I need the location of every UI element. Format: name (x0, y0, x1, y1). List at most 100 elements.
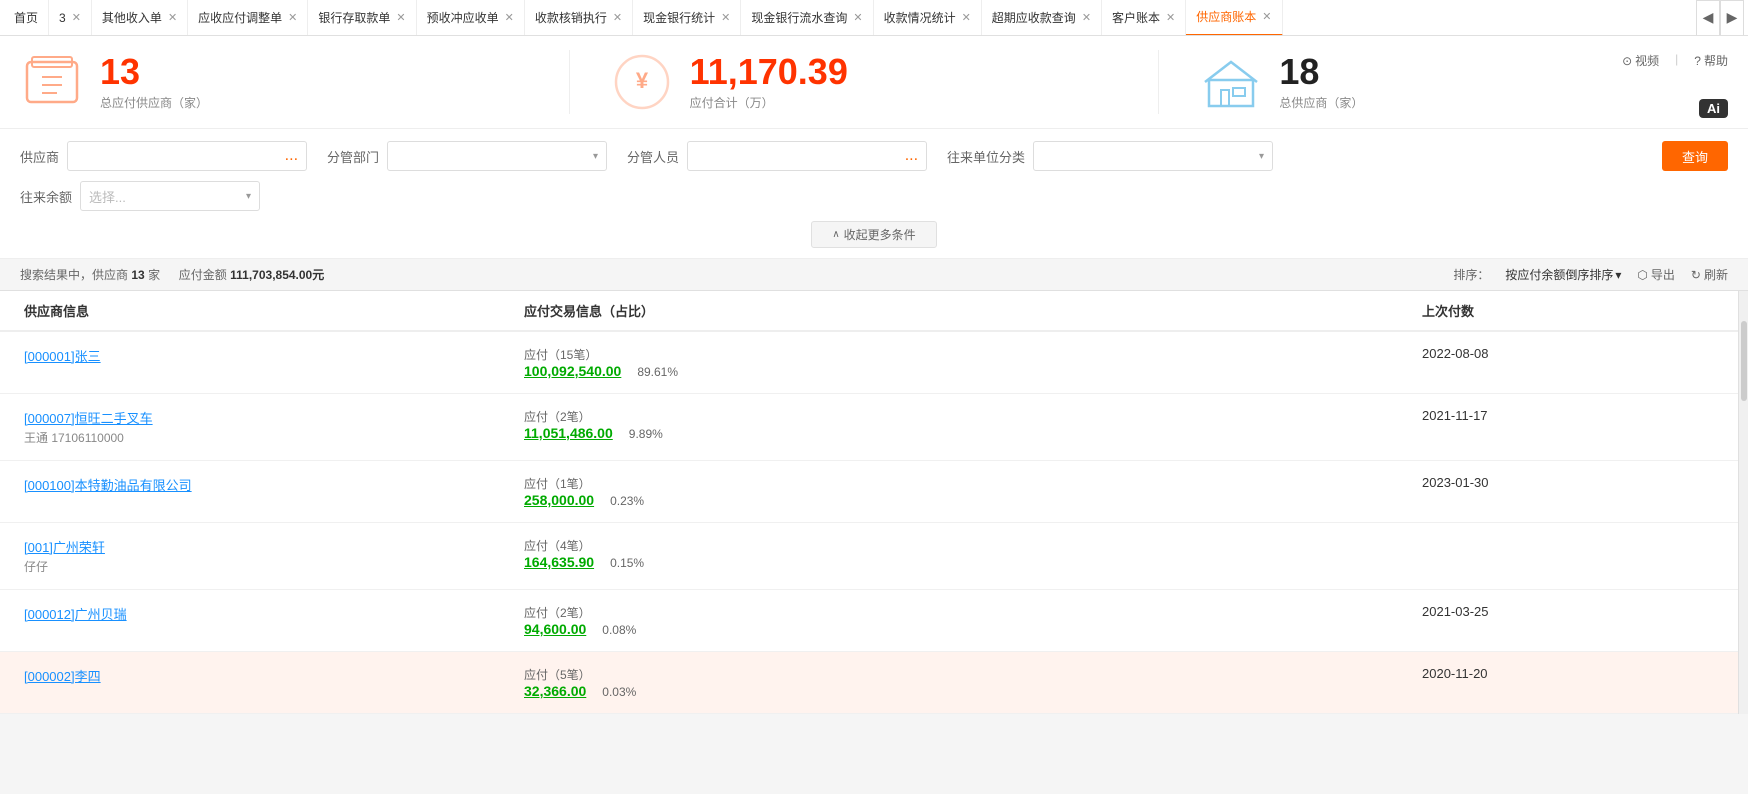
nav-left-arrow[interactable]: ◀ (1696, 0, 1720, 36)
video-btn[interactable]: ⊙ 视频 (1622, 52, 1659, 69)
supplier-link-5[interactable]: [000002]李四 (24, 669, 101, 684)
col-header-txn: 应付交易信息（占比） (520, 301, 1418, 320)
nav-tab-cash-stat[interactable]: 现金银行统计 ✕ (633, 0, 741, 36)
dept-dropdown-arrow: ▾ (593, 151, 598, 162)
results-info: 搜索结果中，供应商 13 家 应付金额 111,703,854.00元 (20, 266, 324, 283)
supplier-cell-2: [000100]本特勤油品有限公司 (20, 475, 520, 494)
supplier-link-1[interactable]: [000007]恒旺二手叉车 (24, 411, 153, 426)
txn-label-1: 应付（2笔） (524, 408, 1414, 425)
table-row: [000100]本特勤油品有限公司 应付（1笔） 258,000.00 0.23… (0, 461, 1738, 523)
balance-select[interactable]: 选择... ▾ (80, 181, 260, 211)
supplier-input-wrap: ... (67, 141, 307, 171)
supplier-count: 13 (131, 268, 144, 282)
store-icon (1199, 50, 1263, 114)
lastpay-cell-2: 2023-01-30 (1418, 475, 1718, 490)
nav-tab-receipt-exec[interactable]: 收款核销执行 ✕ (525, 0, 633, 36)
nav-tab-home[interactable]: 首页 (4, 0, 49, 36)
filter-dept: 分管部门 ▾ (327, 141, 607, 171)
svg-text:¥: ¥ (636, 68, 649, 93)
nav-tab-other-income[interactable]: 其他收入单 ✕ (92, 0, 188, 36)
close-icon[interactable]: ✕ (168, 11, 177, 24)
close-icon[interactable]: ✕ (72, 11, 81, 24)
close-icon[interactable]: ✕ (962, 11, 971, 24)
txn-label-2: 应付（1笔） (524, 475, 1414, 492)
export-btn[interactable]: ⬡ 导出 (1637, 266, 1675, 283)
nav-tab-receipt-stat[interactable]: 收款情况统计 ✕ (874, 0, 982, 36)
close-icon[interactable]: ✕ (721, 11, 730, 24)
dept-filter-label: 分管部门 (327, 147, 379, 166)
lastpay-date-1: 2021-11-17 (1422, 408, 1488, 423)
nav-tab-prepay-ar[interactable]: 预收冲应收单 ✕ (417, 0, 525, 36)
txn-amount-3[interactable]: 164,635.90 (524, 554, 594, 570)
txn-amount-1[interactable]: 11,051,486.00 (524, 425, 613, 441)
ai-badge[interactable]: Ai (1699, 99, 1728, 118)
close-icon[interactable]: ✕ (1166, 11, 1175, 24)
supplier-link-3[interactable]: [001]广州荣轩 (24, 540, 105, 555)
txn-cell-1: 应付（2笔） 11,051,486.00 9.89% (520, 408, 1418, 441)
txn-percent-4: 0.08% (602, 623, 636, 637)
nav-right-arrow[interactable]: ▶ (1720, 0, 1744, 36)
txn-cell-2: 应付（1笔） 258,000.00 0.23% (520, 475, 1418, 508)
txn-percent-0: 89.61% (637, 365, 678, 379)
close-icon[interactable]: ✕ (288, 11, 297, 24)
right-scrollbar[interactable] (1738, 291, 1748, 714)
table-row-highlighted: [000002]李四 应付（5笔） 32,366.00 0.03% 2020-1… (0, 652, 1738, 714)
stat-card-1: 13 总应付供应商（家） (20, 50, 549, 114)
table-row: [000007]恒旺二手叉车 王通 17106110000 应付（2笔） 11,… (0, 394, 1738, 461)
txn-amount-4[interactable]: 94,600.00 (524, 621, 586, 637)
supplier-link-4[interactable]: [000012]广州贝瑞 (24, 607, 127, 622)
collapse-button[interactable]: ∧ 收起更多条件 (811, 221, 936, 248)
supplier-link-0[interactable]: [000001]张三 (24, 349, 101, 364)
stat-number-3: 18 (1279, 54, 1363, 90)
txn-percent-3: 0.15% (610, 556, 644, 570)
person-input-wrap: ... (687, 141, 927, 171)
scrollbar-thumb[interactable] (1741, 321, 1747, 401)
nav-tab-ar-ap-adjust[interactable]: 应收应付调整单 ✕ (188, 0, 308, 36)
close-icon[interactable]: ✕ (853, 11, 862, 24)
refresh-btn[interactable]: ↻ 刷新 (1691, 266, 1728, 283)
nav-tab-3[interactable]: 3 ✕ (49, 0, 92, 36)
supplier-ellipsis[interactable]: ... (285, 147, 298, 165)
close-icon[interactable]: ✕ (505, 11, 514, 24)
txn-label-4: 应付（2笔） (524, 604, 1414, 621)
nav-tab-cash-flow[interactable]: 现金银行流水查询 ✕ (741, 0, 873, 36)
nav-tab-supplier-ledger[interactable]: 供应商账本 ✕ (1186, 0, 1282, 36)
query-button[interactable]: 查询 (1662, 141, 1728, 171)
help-btn[interactable]: ? 帮助 (1694, 52, 1728, 69)
nav-tab-bank-deposit[interactable]: 银行存取款单 ✕ (308, 0, 416, 36)
supplier-link-2[interactable]: [000100]本特勤油品有限公司 (24, 478, 192, 493)
table-row: [000012]广州贝瑞 应付（2笔） 94,600.00 0.08% 2021… (0, 590, 1738, 652)
supplier-cell-1: [000007]恒旺二手叉车 王通 17106110000 (20, 408, 520, 446)
sort-arrow-icon: ▾ (1615, 268, 1621, 282)
stat-info-2: 11,170.39 应付合计（万） (690, 54, 848, 111)
balance-dropdown-arrow: ▾ (246, 191, 251, 202)
table-row: [000001]张三 应付（15笔） 100,092,540.00 89.61%… (0, 332, 1738, 394)
close-icon[interactable]: ✕ (396, 11, 405, 24)
supplier-input[interactable] (76, 149, 281, 164)
stat-card-2: ¥ 11,170.39 应付合计（万） (569, 50, 1139, 114)
txn-amount-5[interactable]: 32,366.00 (524, 683, 586, 699)
person-input[interactable] (696, 149, 901, 164)
txn-label-3: 应付（4笔） (524, 537, 1414, 554)
nav-tab-overdue-ar[interactable]: 超期应收款查询 ✕ (982, 0, 1102, 36)
nav-tab-customer-ledger[interactable]: 客户账本 ✕ (1102, 0, 1186, 36)
supplier-icon (20, 50, 84, 114)
sort-label: 排序： (1453, 266, 1489, 283)
close-icon[interactable]: ✕ (613, 11, 622, 24)
sort-selector[interactable]: 按应付余额倒序排序 ▾ (1505, 266, 1621, 283)
stat-number-2: 11,170.39 (690, 54, 848, 90)
txn-amount-0[interactable]: 100,092,540.00 (524, 363, 621, 379)
supplier-filter-label: 供应商 (20, 147, 59, 166)
category-select[interactable]: ▾ (1033, 141, 1273, 171)
supplier-cell-4: [000012]广州贝瑞 (20, 604, 520, 623)
close-icon[interactable]: ✕ (1262, 10, 1271, 23)
collapse-btn-wrap: ∧ 收起更多条件 (20, 217, 1728, 254)
filter-person: 分管人员 ... (627, 141, 927, 171)
stat-label-3: 总供应商（家） (1279, 94, 1363, 111)
person-ellipsis[interactable]: ... (905, 147, 918, 165)
txn-cell-4: 应付（2笔） 94,600.00 0.08% (520, 604, 1418, 637)
close-icon[interactable]: ✕ (1082, 11, 1091, 24)
txn-label-0: 应付（15笔） (524, 346, 1414, 363)
txn-amount-2[interactable]: 258,000.00 (524, 492, 594, 508)
dept-select[interactable]: ▾ (387, 141, 607, 171)
